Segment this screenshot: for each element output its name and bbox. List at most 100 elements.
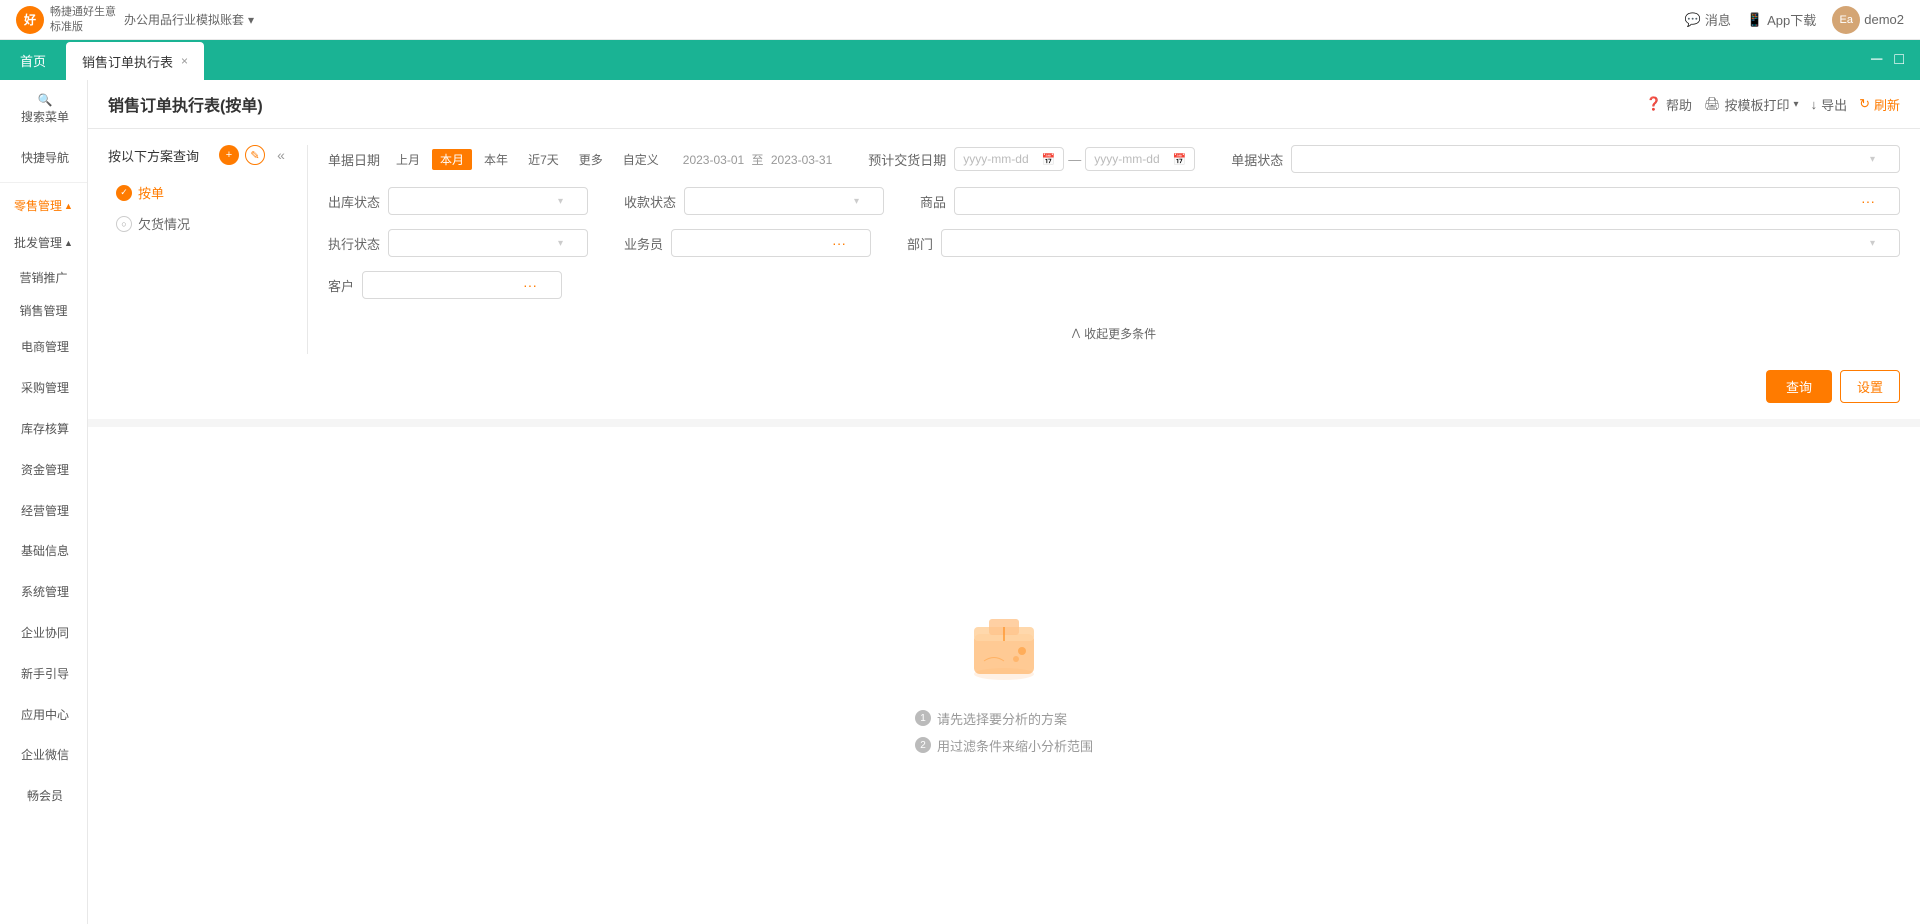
filter-buttons-row: 查询 设置 (88, 370, 1920, 419)
status-select[interactable]: ▾ (1291, 145, 1900, 173)
tab-bar-actions: ─ □ (1871, 51, 1904, 69)
export-button[interactable]: ↓ 导出 (1811, 95, 1848, 114)
empty-state: 1 请先选择要分析的方案 2 用过滤条件来缩小分析范围 (88, 427, 1920, 924)
export-icon: ↓ (1811, 97, 1818, 112)
calendar-end-icon: 📅 (1173, 153, 1187, 166)
sidebar-item-member[interactable]: 畅会员 (0, 776, 87, 817)
help-button[interactable]: ❓ 帮助 (1646, 95, 1692, 114)
customer-select[interactable]: ··· (362, 271, 562, 299)
sidebar-item-inventory[interactable]: 库存核算 (0, 409, 87, 450)
filter-section-wrapper: 按以下方案查询 + ✎ « ✓ 按单 ○ 欠货情况 (88, 129, 1920, 419)
payment-status-select[interactable]: ▾ (684, 187, 884, 215)
step2-number: 2 (915, 737, 931, 753)
filter-section: 按以下方案查询 + ✎ « ✓ 按单 ○ 欠货情况 (88, 129, 1920, 370)
query-button[interactable]: 查询 (1766, 370, 1832, 403)
message-button[interactable]: 💬 消息 (1685, 10, 1731, 29)
salesperson-select[interactable]: ··· (671, 229, 871, 257)
sidebar-item-search[interactable]: 🔍 搜索菜单 (0, 80, 87, 138)
app-download-button[interactable]: 📱 App下载 (1747, 10, 1816, 29)
sidebar-divider (0, 182, 87, 183)
date-tab-7days[interactable]: 近7天 (520, 149, 567, 170)
date-tab-lastmonth[interactable]: 上月 (388, 149, 428, 170)
add-scheme-button[interactable]: + (219, 145, 239, 165)
sidebar-item-quicknav[interactable]: 快捷导航 (0, 138, 87, 179)
message-icon: 💬 (1685, 12, 1701, 28)
scheme-item-欠货情况[interactable]: ○ 欠货情况 (108, 208, 291, 239)
expected-date-end-input[interactable]: yyyy-mm-dd 📅 (1085, 147, 1195, 171)
scheme-active-icon: ✓ (116, 185, 132, 201)
sidebar-item-corp[interactable]: 企业协同 (0, 613, 87, 654)
collapse-more-button[interactable]: ⋀ 收起更多条件 (1072, 317, 1156, 346)
filter-field-date: 单据日期 上月 本月 本年 近7天 更多 自定义 (328, 149, 667, 170)
maximize-button[interactable]: □ (1894, 51, 1904, 69)
sidebar-item-operations[interactable]: 经营管理 (0, 491, 87, 532)
sidebar-item-system[interactable]: 系统管理 (0, 572, 87, 613)
filter-field-execution: 执行状态 ▾ (328, 229, 588, 257)
logo-text: 畅捷通好生意 标准版 (50, 5, 116, 34)
sidebar-item-newbie[interactable]: 新手引导 (0, 654, 87, 695)
filter-row-3: 执行状态 ▾ 业务员 ··· (328, 229, 1900, 257)
sidebar-item-retail[interactable]: 零售管理 ▲ (0, 187, 87, 224)
date-tab-thisyear[interactable]: 本年 (476, 149, 516, 170)
filter-date-tabs: 上月 本月 本年 近7天 更多 自定义 (388, 149, 667, 170)
dept-arrow-icon: ▾ (1870, 238, 1875, 249)
date-tab-thismonth[interactable]: 本月 (432, 149, 472, 170)
logo-area: 好 畅捷通好生意 标准版 (16, 5, 116, 34)
delivery-status-select[interactable]: ▾ (388, 187, 588, 215)
tab-close-icon[interactable]: × (181, 54, 188, 68)
minimize-button[interactable]: ─ (1871, 51, 1882, 69)
tab-home[interactable]: 首页 (0, 40, 66, 80)
payment-arrow-icon: ▾ (854, 196, 859, 207)
filter-field-daterange: 2023-03-01 至 2023-03-31 (683, 151, 832, 168)
sidebar-item-marketing[interactable]: 营销推广 (0, 261, 87, 294)
tab-sales-execution[interactable]: 销售订单执行表 × (66, 42, 204, 80)
template-print-button[interactable]: 🖨 按模板打印 ▾ (1704, 95, 1799, 114)
avatar: Ea (1832, 6, 1860, 34)
expected-date-start-input[interactable]: yyyy-mm-dd 📅 (954, 147, 1064, 171)
filter-field-salesperson: 业务员 ··· (624, 229, 871, 257)
filter-field-expected-date: 预计交货日期 yyyy-mm-dd 📅 — yyyy-mm-dd 📅 (868, 147, 1195, 171)
settings-button[interactable]: 设置 (1840, 370, 1900, 403)
logo-icon: 好 (16, 6, 44, 34)
breadcrumb[interactable]: 办公用品行业模拟账套 ▾ (124, 11, 254, 28)
salesperson-dots-icon[interactable]: ··· (832, 235, 846, 251)
empty-text: 1 请先选择要分析的方案 2 用过滤条件来缩小分析范围 (915, 709, 1093, 763)
delivery-arrow-icon: ▾ (558, 196, 563, 207)
tab-bar: 首页 销售订单执行表 × ─ □ (0, 40, 1920, 80)
user-menu[interactable]: Ea demo2 (1832, 6, 1904, 34)
top-bar: 好 畅捷通好生意 标准版 办公用品行业模拟账套 ▾ 💬 消息 📱 App下载 E… (0, 0, 1920, 40)
sidebar-item-sales[interactable]: 销售管理 (0, 294, 87, 327)
goods-dots-icon[interactable]: ··· (1861, 193, 1875, 209)
sidebar-item-purchase[interactable]: 采购管理 (0, 368, 87, 409)
calendar-icon: 📅 (1042, 153, 1056, 166)
collapse-scheme-button[interactable]: « (271, 145, 291, 165)
execution-arrow-icon: ▾ (558, 238, 563, 249)
filter-row-4: 客户 ··· (328, 271, 1900, 299)
download-icon: 📱 (1747, 12, 1763, 28)
date-tab-custom[interactable]: 自定义 (615, 149, 667, 170)
scheme-item-按单[interactable]: ✓ 按单 (108, 177, 291, 208)
execution-status-select[interactable]: ▾ (388, 229, 588, 257)
print-arrow-icon: ▾ (1794, 99, 1799, 110)
refresh-button[interactable]: ↻ 刷新 (1859, 95, 1900, 114)
sidebar-item-finance[interactable]: 资金管理 (0, 450, 87, 491)
date-tab-more[interactable]: 更多 (571, 149, 611, 170)
sidebar-item-ecommerce[interactable]: 电商管理 (0, 327, 87, 368)
top-bar-right: 💬 消息 📱 App下载 Ea demo2 (1685, 6, 1904, 34)
page-header-actions: ❓ 帮助 🖨 按模板打印 ▾ ↓ 导出 ↻ 刷新 (1646, 95, 1900, 126)
collapse-icon: ⋀ (1072, 328, 1080, 339)
filter-field-customer: 客户 ··· (328, 271, 562, 299)
step1-number: 1 (915, 710, 931, 726)
department-select[interactable]: ▾ (941, 229, 1900, 257)
filter-field-goods: 商品 ··· (920, 187, 1900, 215)
sidebar-item-apps[interactable]: 应用中心 (0, 695, 87, 736)
goods-select[interactable]: ··· (954, 187, 1900, 215)
refresh-icon: ↻ (1859, 96, 1870, 112)
sidebar-item-wholesale[interactable]: 批发管理 ▲ (0, 224, 87, 261)
sidebar-item-basic[interactable]: 基础信息 (0, 531, 87, 572)
sidebar-item-wechat[interactable]: 企业微信 (0, 735, 87, 776)
search-icon: 🔍 (38, 93, 53, 107)
filter-left: 按以下方案查询 + ✎ « ✓ 按单 ○ 欠货情况 (108, 145, 308, 354)
customer-dots-icon[interactable]: ··· (523, 277, 537, 293)
edit-scheme-button[interactable]: ✎ (245, 145, 265, 165)
